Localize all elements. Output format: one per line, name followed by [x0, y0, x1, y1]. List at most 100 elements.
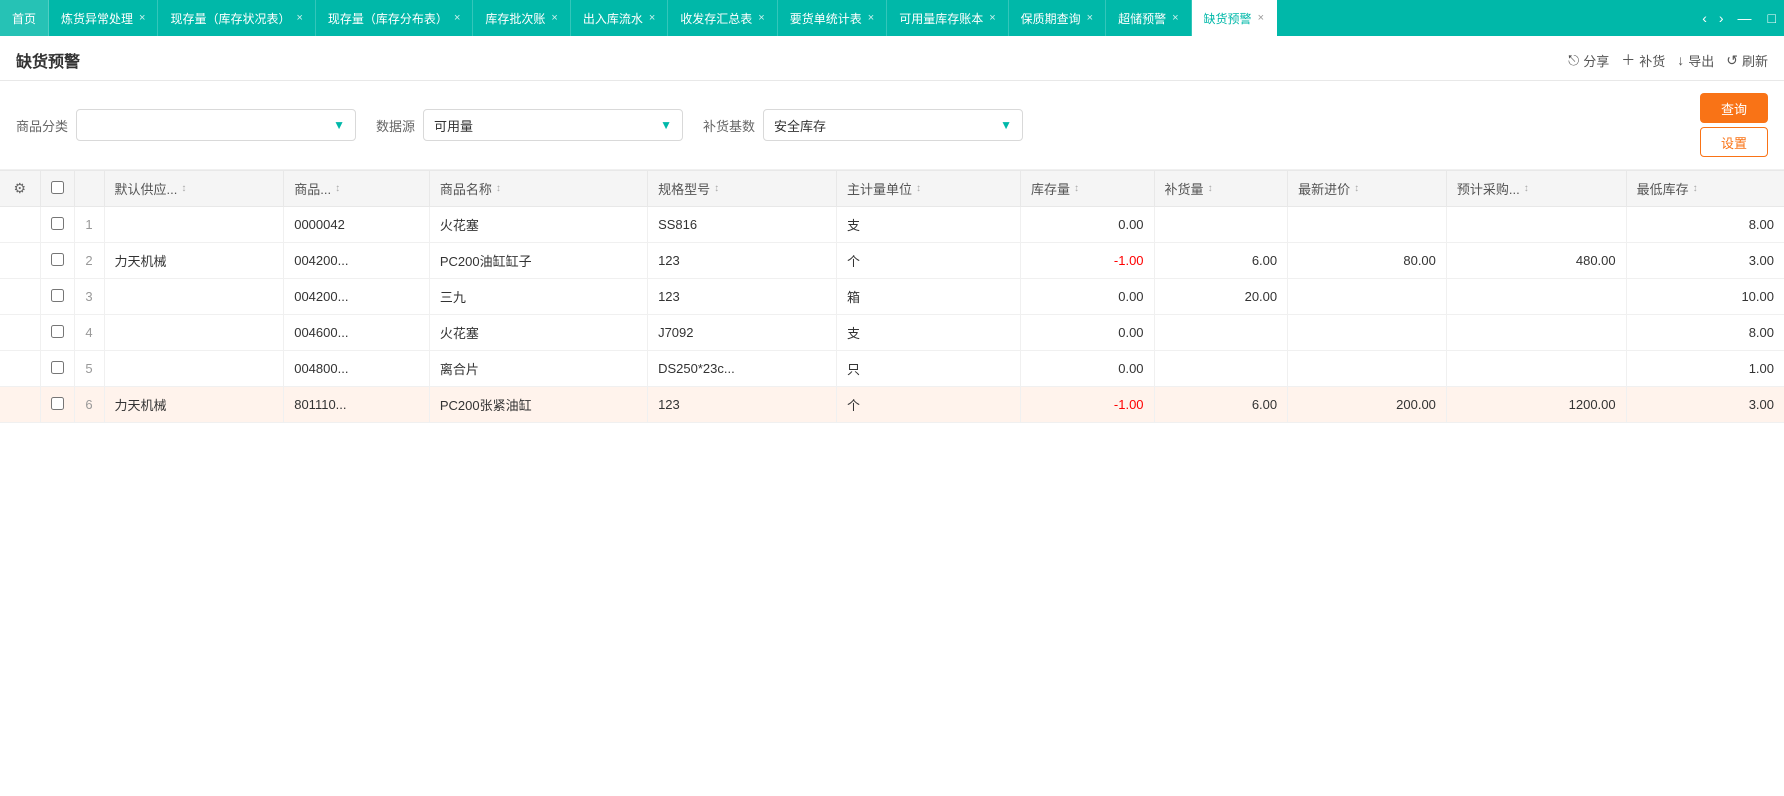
row-checkbox[interactable]	[51, 217, 64, 230]
tab-close-overstock[interactable]: ×	[1172, 12, 1178, 24]
tab-receive-summary[interactable]: 收发存汇总表 ×	[668, 0, 777, 36]
tab-inout-flow[interactable]: 出入库流水 ×	[571, 0, 668, 36]
td-replenish-qty: 6.00	[1154, 387, 1288, 423]
replenish-basis-label: 补货基数	[703, 116, 755, 135]
th-default-supplier[interactable]: 默认供应... ↕	[104, 171, 284, 207]
tab-close-available-ledger[interactable]: ×	[989, 12, 995, 24]
th-spec[interactable]: 规格型号 ↕	[648, 171, 837, 207]
sort-icon-code: ↕	[335, 183, 340, 194]
sort-icon-unit: ↕	[916, 183, 921, 194]
tab-close-inout-flow[interactable]: ×	[649, 12, 655, 24]
tab-requisition[interactable]: 要货单统计表 ×	[778, 0, 887, 36]
tab-shortage[interactable]: 缺货预警 ×	[1192, 0, 1277, 36]
tab-close-expiry[interactable]: ×	[1087, 12, 1093, 24]
tab-close-inventory-status[interactable]: ×	[296, 12, 302, 24]
settings-button[interactable]: 设置	[1700, 127, 1768, 157]
tab-close-shortage[interactable]: ×	[1258, 12, 1264, 24]
table-area: ⚙ 默认供应... ↕ 商品...	[0, 170, 1784, 423]
tab-inventory-dist[interactable]: 现存量（库存分布表） ×	[316, 0, 473, 36]
replenish-action[interactable]: ＋ 补货	[1621, 50, 1665, 70]
th-min-stock[interactable]: 最低库存 ↕	[1626, 171, 1784, 207]
refresh-action[interactable]: ↺ 刷新	[1726, 51, 1768, 70]
sort-icon-supplier: ↕	[181, 183, 186, 194]
tab-minimize-btn[interactable]: —	[1730, 10, 1760, 26]
replenish-basis-select[interactable]: 安全库存 ▼	[763, 109, 1023, 141]
td-spec: 123	[648, 387, 837, 423]
category-label: 商品分类	[16, 116, 68, 135]
datasource-select[interactable]: 可用量 ▼	[423, 109, 683, 141]
td-checkbox	[40, 243, 74, 279]
tab-close-receive-summary[interactable]: ×	[758, 12, 764, 24]
td-stock-qty: 0.00	[1020, 315, 1154, 351]
th-settings: ⚙	[0, 171, 40, 207]
table-row: 4 004600... 火花塞 J7092 支 0.00 8.00	[0, 315, 1784, 351]
th-latest-price[interactable]: 最新进价 ↕	[1288, 171, 1447, 207]
td-product-code: 004800...	[284, 351, 430, 387]
datasource-select-arrow: ▼	[660, 118, 672, 132]
table-row: 3 004200... 三九 123 箱 0.00 20.00 10.00	[0, 279, 1784, 315]
td-unit: 箱	[837, 279, 1021, 315]
tab-expiry[interactable]: 保质期查询 ×	[1009, 0, 1106, 36]
row-checkbox[interactable]	[51, 361, 64, 374]
category-select[interactable]: ▼	[76, 109, 356, 141]
tab-next-btn[interactable]: ›	[1713, 10, 1730, 26]
select-all-checkbox[interactable]	[51, 181, 64, 194]
share-action[interactable]: ⎋ 分享	[1568, 51, 1609, 70]
td-supplier	[104, 315, 284, 351]
th-product-name[interactable]: 商品名称 ↕	[429, 171, 647, 207]
export-icon: ↓	[1677, 52, 1684, 68]
tab-close-requisition[interactable]: ×	[868, 12, 874, 24]
gear-icon[interactable]: ⚙	[13, 180, 26, 196]
td-product-code: 004200...	[284, 279, 430, 315]
tab-abnormal[interactable]: 炼货异常处理 ×	[49, 0, 158, 36]
replenish-basis-select-text: 安全库存	[774, 116, 1000, 135]
td-settings	[0, 279, 40, 315]
td-replenish-qty: 6.00	[1154, 243, 1288, 279]
tab-available-ledger[interactable]: 可用量库存账本 ×	[887, 0, 1008, 36]
th-estimated-purchase[interactable]: 预计采购... ↕	[1446, 171, 1626, 207]
td-settings	[0, 315, 40, 351]
td-supplier	[104, 207, 284, 243]
td-num: 2	[74, 243, 104, 279]
th-product-code[interactable]: 商品... ↕	[284, 171, 430, 207]
td-unit: 个	[837, 243, 1021, 279]
th-replenish-qty[interactable]: 补货量 ↕	[1154, 171, 1288, 207]
td-stock-qty: 0.00	[1020, 279, 1154, 315]
table-body: 1 0000042 火花塞 SS816 支 0.00 8.00 2 力天机械 0…	[0, 207, 1784, 423]
td-spec: SS816	[648, 207, 837, 243]
datasource-select-text: 可用量	[434, 116, 660, 135]
th-stock-qty[interactable]: 库存量 ↕	[1020, 171, 1154, 207]
sort-icon-estimated: ↕	[1524, 183, 1529, 194]
td-checkbox	[40, 387, 74, 423]
tab-home[interactable]: 首页	[0, 0, 49, 36]
row-checkbox[interactable]	[51, 325, 64, 338]
td-checkbox	[40, 279, 74, 315]
tab-inventory-status[interactable]: 现存量（库存状况表） ×	[158, 0, 315, 36]
tab-close-batch[interactable]: ×	[551, 12, 557, 24]
row-checkbox[interactable]	[51, 289, 64, 302]
td-product-code: 004200...	[284, 243, 430, 279]
td-stock-qty: -1.00	[1020, 243, 1154, 279]
td-estimated-purchase	[1446, 315, 1626, 351]
tab-close-inventory-dist[interactable]: ×	[454, 12, 460, 24]
tab-maximize-btn[interactable]: □	[1760, 10, 1784, 26]
row-checkbox[interactable]	[51, 397, 64, 410]
th-unit[interactable]: 主计量单位 ↕	[837, 171, 1021, 207]
td-min-stock: 8.00	[1626, 207, 1784, 243]
td-estimated-purchase: 480.00	[1446, 243, 1626, 279]
filter-category-group: 商品分类 ▼	[16, 109, 356, 141]
td-replenish-qty: 20.00	[1154, 279, 1288, 315]
tab-prev-btn[interactable]: ‹	[1696, 10, 1713, 26]
td-product-name: PC200张紧油缸	[429, 387, 647, 423]
td-min-stock: 3.00	[1626, 387, 1784, 423]
row-checkbox[interactable]	[51, 253, 64, 266]
td-stock-qty: 0.00	[1020, 207, 1154, 243]
tab-nav-actions: ‹ › — □	[1696, 10, 1784, 26]
td-min-stock: 8.00	[1626, 315, 1784, 351]
export-action[interactable]: ↓ 导出	[1677, 51, 1714, 70]
tab-close-abnormal[interactable]: ×	[139, 12, 145, 24]
td-latest-price	[1288, 351, 1447, 387]
tab-overstock[interactable]: 超储预警 ×	[1106, 0, 1191, 36]
query-button[interactable]: 查询	[1700, 93, 1768, 123]
tab-batch[interactable]: 库存批次账 ×	[473, 0, 570, 36]
